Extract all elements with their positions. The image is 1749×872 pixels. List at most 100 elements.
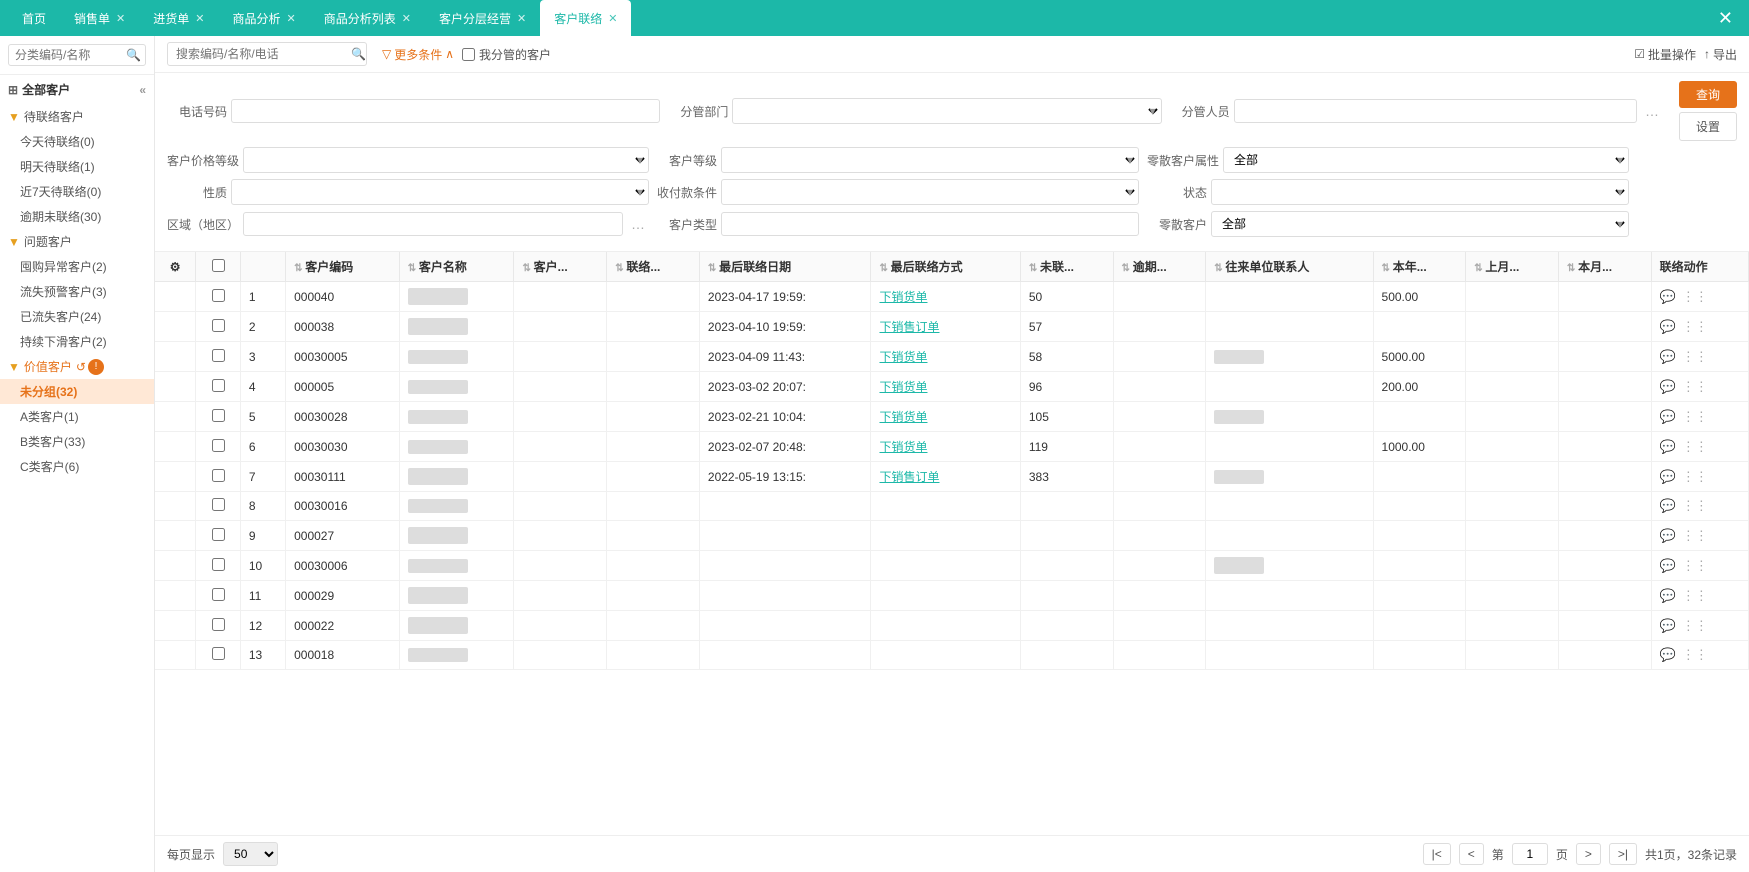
status-select[interactable] [1211,179,1629,205]
chat-icon[interactable]: 💬 [1660,588,1676,604]
batch-op-btn[interactable]: ☑ 批量操作 [1634,46,1696,63]
col-last-method[interactable]: 最后联络方式 [871,252,1020,282]
nav-home[interactable]: 首页 [8,0,60,36]
query-btn[interactable]: 查询 [1679,81,1737,108]
chat-icon[interactable]: 💬 [1660,558,1676,574]
more-action-icon[interactable]: ⋮⋮ [1682,409,1708,425]
close-sales-icon[interactable]: ✕ [116,12,125,25]
customer-type-input[interactable] [721,212,1139,236]
sidebar-item-churned[interactable]: 已流失客户(24) [0,304,154,329]
row-checkbox[interactable] [212,647,225,660]
more-action-icon[interactable]: ⋮⋮ [1682,618,1708,634]
price-level-select[interactable] [243,147,649,173]
close-purchase-icon[interactable]: ✕ [195,12,204,25]
row-checkbox[interactable] [212,349,225,362]
group-value-customer[interactable]: ▼ 价值客户 ↺ ! [0,354,154,379]
per-page-select[interactable]: 50 100 [223,842,278,866]
row-checkbox[interactable] [212,289,225,302]
col-type[interactable]: 客户... [514,252,607,282]
sidebar-item-abnormal[interactable]: 囤购异常客户(2) [0,254,154,279]
export-btn[interactable]: ↑ 导出 [1704,46,1737,63]
row-checkbox[interactable] [212,498,225,511]
region-input[interactable] [243,212,623,236]
refresh-icon[interactable]: ↺ [76,360,86,374]
more-action-icon[interactable]: ⋮⋮ [1682,528,1708,544]
row-checkbox[interactable] [212,588,225,601]
all-customers-header[interactable]: ⊞ 全部客户 « [0,75,154,104]
contact-method-link[interactable]: 下销货单 [879,350,927,364]
col-no-contact[interactable]: 未联... [1020,252,1113,282]
col-last-date[interactable]: 最后联络日期 [699,252,871,282]
chat-icon[interactable]: 💬 [1660,379,1676,395]
more-conditions-btn[interactable]: ▽ 更多条件 ∧ [382,46,454,63]
prev-page-btn[interactable]: < [1459,843,1484,865]
col-checkbox[interactable] [196,252,241,282]
sidebar-item-7days[interactable]: 近7天待联络(0) [0,179,154,204]
person-input[interactable] [1234,99,1637,123]
close-goods-analysis-icon[interactable]: ✕ [287,12,296,25]
col-last-month[interactable]: 上月... [1466,252,1559,282]
sidebar-item-a-class[interactable]: A类客户(1) [0,404,154,429]
more-action-icon[interactable]: ⋮⋮ [1682,647,1708,663]
col-this-year[interactable]: 本年... [1373,252,1466,282]
chat-icon[interactable]: 💬 [1660,289,1676,305]
group-pending-contact[interactable]: ▼ 待联络客户 [0,104,154,129]
contact-method-link[interactable]: 下销货单 [879,410,927,424]
retail-attr-select[interactable]: 全部 [1223,147,1629,173]
more-action-icon[interactable]: ⋮⋮ [1682,439,1708,455]
sidebar-item-declining[interactable]: 持续下滑客户(2) [0,329,154,354]
phone-input[interactable] [231,99,660,123]
chat-icon[interactable]: 💬 [1660,439,1676,455]
sidebar-item-overdue[interactable]: 逾期未联络(30) [0,204,154,229]
more-action-icon[interactable]: ⋮⋮ [1682,469,1708,485]
sidebar-item-today[interactable]: 今天待联络(0) [0,129,154,154]
nav-sales[interactable]: 销售单 ✕ [60,0,139,36]
col-name[interactable]: 客户名称 [399,252,514,282]
retail-customer-select[interactable]: 全部 [1211,211,1629,237]
region-dots[interactable]: … [631,216,645,232]
more-action-icon[interactable]: ⋮⋮ [1682,379,1708,395]
col-this-month[interactable]: 本月... [1558,252,1651,282]
chat-icon[interactable]: 💬 [1660,647,1676,663]
more-action-icon[interactable]: ⋮⋮ [1682,319,1708,335]
more-action-icon[interactable]: ⋮⋮ [1682,558,1708,574]
nature-select[interactable] [231,179,649,205]
my-customers-checkbox-label[interactable]: 我分管的客户 [462,46,551,63]
last-page-btn[interactable]: >| [1609,843,1637,865]
collapse-icon[interactable]: « [139,83,146,97]
col-contact[interactable]: 联络... [607,252,700,282]
sidebar-item-b-class[interactable]: B类客户(33) [0,429,154,454]
my-customers-checkbox[interactable] [462,48,475,61]
sidebar-search-icon[interactable]: 🔍 [126,48,141,62]
close-customer-layer-icon[interactable]: ✕ [517,12,526,25]
person-dots[interactable]: … [1645,103,1659,119]
sidebar-item-churn-warning[interactable]: 流失预警客户(3) [0,279,154,304]
sidebar-item-c-class[interactable]: C类客户(6) [0,454,154,479]
row-checkbox[interactable] [212,558,225,571]
reset-btn[interactable]: 设置 [1679,112,1737,141]
nav-goods-list[interactable]: 商品分析列表 ✕ [310,0,425,36]
col-code[interactable]: 客户编码 [286,252,400,282]
more-action-icon[interactable]: ⋮⋮ [1682,588,1708,604]
more-action-icon[interactable]: ⋮⋮ [1682,349,1708,365]
group-problem-customer[interactable]: ▼ 问题客户 [0,229,154,254]
first-page-btn[interactable]: |< [1423,843,1451,865]
nav-customer-layer[interactable]: 客户分层经营 ✕ [425,0,540,36]
chat-icon[interactable]: 💬 [1660,528,1676,544]
col-trading[interactable]: 往来单位联系人 [1206,252,1373,282]
contact-method-link[interactable]: 下销货单 [879,380,927,394]
more-action-icon[interactable]: ⋮⋮ [1682,289,1708,305]
more-action-icon[interactable]: ⋮⋮ [1682,498,1708,514]
select-all-checkbox[interactable] [212,259,225,272]
col-overdue[interactable]: 逾期... [1113,252,1206,282]
contact-method-link[interactable]: 下销售订单 [879,470,939,484]
page-input[interactable] [1512,843,1548,865]
chat-icon[interactable]: 💬 [1660,469,1676,485]
row-checkbox[interactable] [212,469,225,482]
nav-purchase[interactable]: 进货单 ✕ [139,0,218,36]
chat-icon[interactable]: 💬 [1660,409,1676,425]
contact-method-link[interactable]: 下销售订单 [879,320,939,334]
row-checkbox[interactable] [212,439,225,452]
row-checkbox[interactable] [212,618,225,631]
payment-select[interactable] [721,179,1139,205]
